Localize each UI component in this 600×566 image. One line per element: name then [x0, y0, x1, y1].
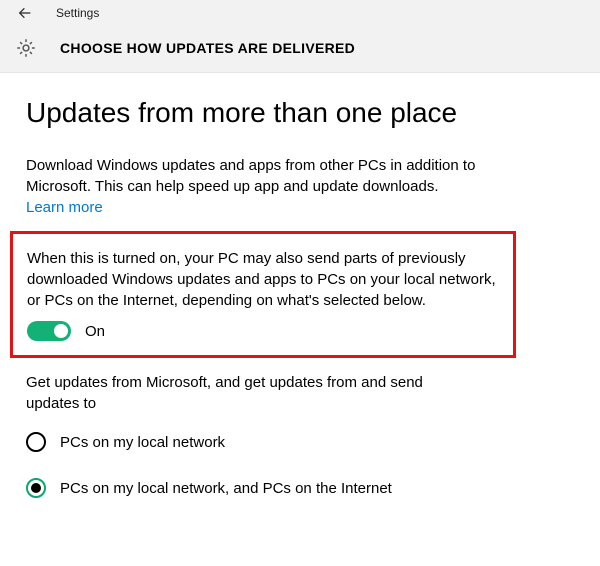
- header: Settings CHOOSE HOW UPDATES ARE DELIVERE…: [0, 0, 600, 73]
- toggle-row: On: [27, 321, 499, 341]
- gear-icon: [14, 36, 38, 60]
- content-area: Updates from more than one place Downloa…: [0, 73, 600, 498]
- radio-indicator: [26, 432, 46, 452]
- header-top-row: Settings: [0, 0, 600, 26]
- toggle-knob: [54, 324, 68, 338]
- highlight-box: When this is turned on, your PC may also…: [10, 231, 516, 358]
- radio-indicator: [26, 478, 46, 498]
- toggle-state-label: On: [85, 323, 105, 340]
- highlight-description: When this is turned on, your PC may also…: [27, 248, 499, 311]
- radio-option-local-network[interactable]: PCs on my local network: [26, 432, 574, 452]
- page-header-title: CHOOSE HOW UPDATES ARE DELIVERED: [60, 40, 355, 56]
- intro-text: Download Windows updates and apps from o…: [26, 155, 496, 197]
- radio-label: PCs on my local network: [60, 434, 225, 451]
- sub-text: Get updates from Microsoft, and get upda…: [26, 372, 466, 414]
- radio-option-internet[interactable]: PCs on my local network, and PCs on the …: [26, 478, 574, 498]
- radio-label: PCs on my local network, and PCs on the …: [60, 480, 392, 497]
- page-title: Updates from more than one place: [26, 97, 574, 129]
- delivery-toggle[interactable]: [27, 321, 71, 341]
- settings-label: Settings: [56, 6, 99, 20]
- back-arrow-icon[interactable]: [14, 2, 36, 24]
- radio-group: PCs on my local network PCs on my local …: [26, 432, 574, 498]
- header-main-row: CHOOSE HOW UPDATES ARE DELIVERED: [0, 26, 600, 72]
- learn-more-link[interactable]: Learn more: [26, 199, 103, 216]
